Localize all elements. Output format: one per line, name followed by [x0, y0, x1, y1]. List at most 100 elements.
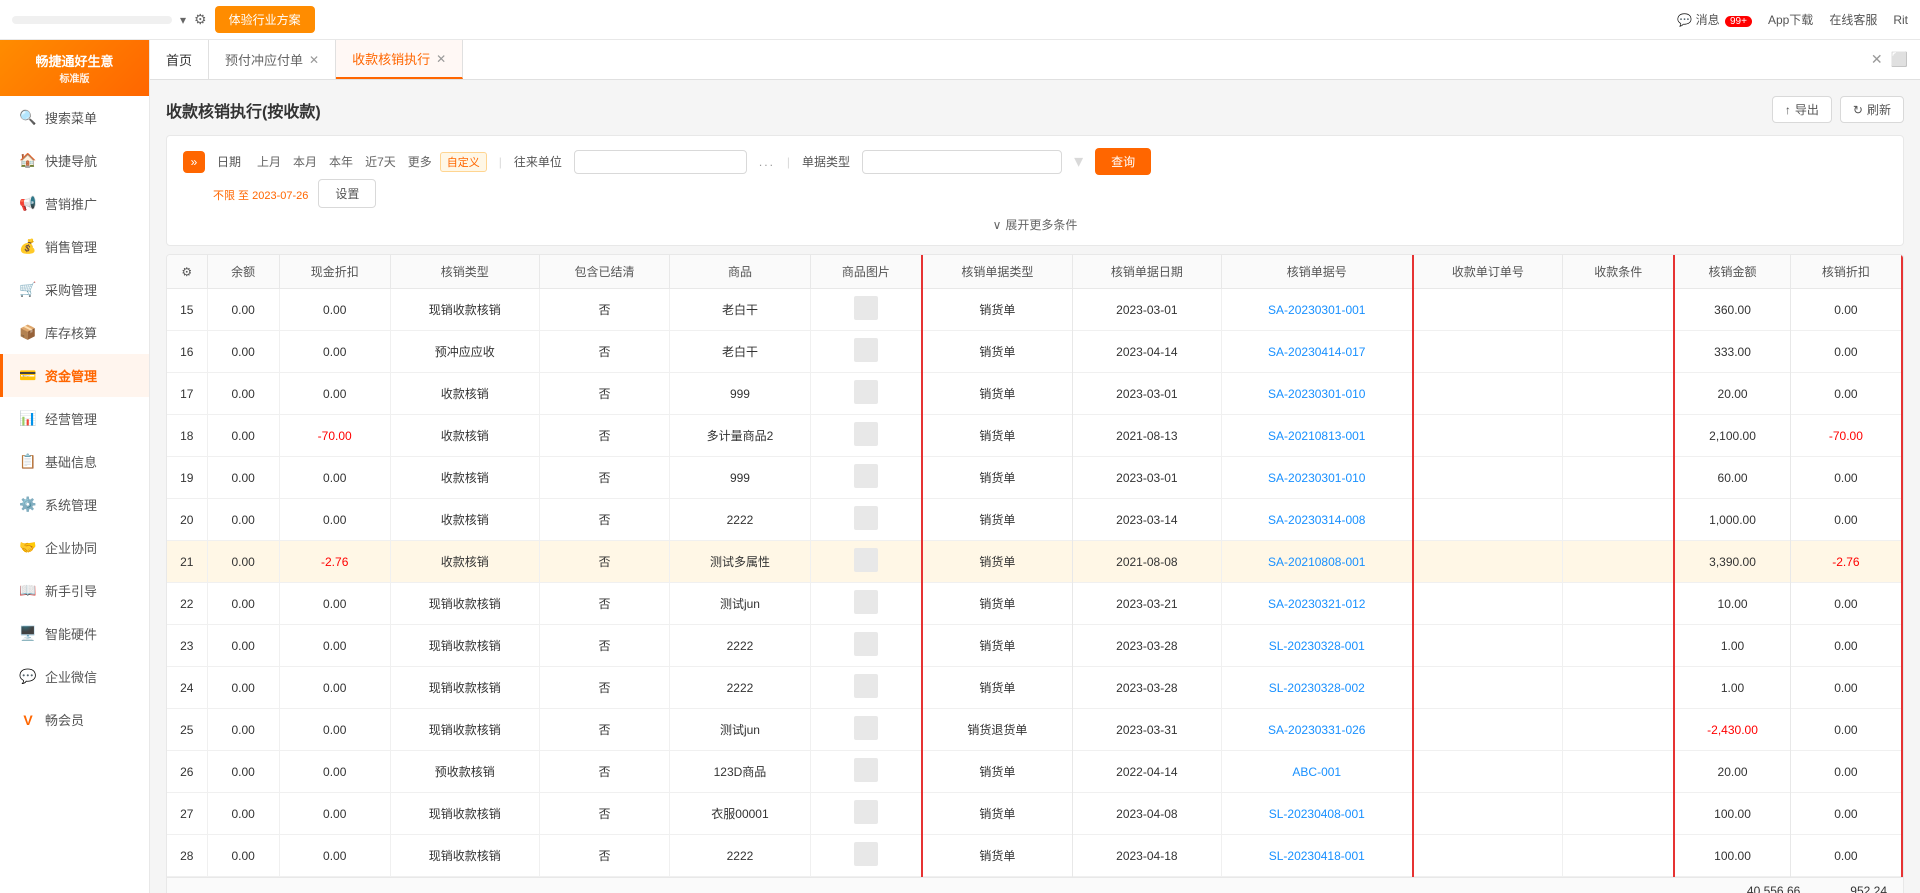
bill-no-link[interactable]: SA-20230301-010: [1268, 387, 1365, 401]
search-box[interactable]: [12, 16, 172, 24]
sidebar-item-wechat[interactable]: 💬 企业微信: [0, 655, 149, 698]
td-goods: 测试jun: [670, 583, 811, 625]
bill-type-input[interactable]: [862, 150, 1062, 174]
filter-expand-button[interactable]: »: [183, 151, 205, 173]
td-receipt-condition: [1563, 373, 1675, 415]
sidebar-item-smart-hw[interactable]: 🖥️ 智能硬件: [0, 612, 149, 655]
th-settings[interactable]: ⚙: [167, 255, 207, 289]
sidebar-item-basic[interactable]: 📋 基础信息: [0, 440, 149, 483]
bill-no-link[interactable]: SA-20230321-012: [1268, 597, 1365, 611]
date-custom[interactable]: 自定义: [440, 152, 487, 172]
td-balance: 0.00: [207, 835, 279, 877]
expand-more-btn[interactable]: ∨ 展开更多条件: [183, 216, 1887, 233]
td-balance: 0.00: [207, 541, 279, 583]
tab-prepay[interactable]: 预付冲应付单 ✕: [209, 40, 336, 79]
tab-home[interactable]: 首页: [150, 40, 209, 79]
date-range-row: 不限 至 2023-07-26 设置: [183, 179, 1887, 208]
sidebar-item-search[interactable]: 🔍 搜索菜单: [0, 96, 149, 139]
date-more[interactable]: 更多: [404, 151, 436, 172]
page-header: 收款核销执行(按收款) ↑ 导出 ↻ 刷新: [166, 96, 1904, 123]
td-receipt-order-no: [1413, 373, 1563, 415]
bill-no-link[interactable]: SA-20210808-001: [1268, 555, 1365, 569]
date-last-month[interactable]: 上月: [253, 151, 285, 172]
td-bill-date: 2023-04-18: [1072, 835, 1221, 877]
td-write-off-amount: 1,000.00: [1674, 499, 1790, 541]
settings-button[interactable]: 设置: [318, 179, 376, 208]
sidebar-item-system[interactable]: ⚙️ 系统管理: [0, 483, 149, 526]
bill-no-link[interactable]: SL-20230408-001: [1269, 807, 1365, 821]
user-name[interactable]: Rit: [1893, 13, 1908, 27]
goods-image-cell: [810, 415, 922, 457]
sidebar-item-finance[interactable]: 💳 资金管理: [0, 354, 149, 397]
export-button[interactable]: ↑ 导出: [1772, 96, 1832, 123]
notification-badge: 99+: [1725, 16, 1752, 27]
dropdown-icon[interactable]: ▾: [180, 13, 186, 27]
tab-bar: 首页 预付冲应付单 ✕ 收款核销执行 ✕ ✕ ⬜: [150, 40, 1920, 80]
sidebar-item-marketing[interactable]: 📢 营销推广: [0, 182, 149, 225]
date-this-year[interactable]: 本年: [325, 151, 357, 172]
partner-input[interactable]: [574, 150, 747, 174]
date-label: 日期: [217, 153, 241, 170]
td-receipt-condition: [1563, 709, 1675, 751]
sidebar-item-quick-nav[interactable]: 🏠 快捷导航: [0, 139, 149, 182]
table-row: 17 0.00 0.00 收款核销 否 999 销货单 2023-03-01 S…: [167, 373, 1902, 415]
bill-no-link[interactable]: SA-20210813-001: [1268, 429, 1365, 443]
td-bill-no: SA-20230321-012: [1222, 583, 1413, 625]
date-this-month[interactable]: 本月: [289, 151, 321, 172]
tab-receipt-write-off[interactable]: 收款核销执行 ✕: [336, 40, 463, 79]
td-receipt-condition: [1563, 625, 1675, 667]
td-balance: 0.00: [207, 709, 279, 751]
online-service-link[interactable]: 在线客服: [1829, 11, 1877, 28]
td-include-cleared: 否: [539, 793, 669, 835]
td-cash-discount: 0.00: [279, 835, 390, 877]
bill-no-link[interactable]: SA-20230314-008: [1268, 513, 1365, 527]
td-bill-no: SL-20230418-001: [1222, 835, 1413, 877]
query-button[interactable]: 查询: [1095, 148, 1151, 175]
sidebar-item-enterprise[interactable]: 🤝 企业协同: [0, 526, 149, 569]
td-write-off-type: 现销收款核销: [390, 289, 539, 331]
goods-image-cell: [810, 751, 922, 793]
guide-icon: 📖: [19, 582, 37, 599]
sidebar-item-guide[interactable]: 📖 新手引导: [0, 569, 149, 612]
bill-no-link[interactable]: SL-20230328-002: [1269, 681, 1365, 695]
bill-no-link[interactable]: SA-20230301-001: [1268, 303, 1365, 317]
sidebar-item-member[interactable]: V 畅会员: [0, 698, 149, 741]
tab-fullscreen-icon[interactable]: ⬜: [1891, 51, 1908, 68]
sidebar-item-sales[interactable]: 💰 销售管理: [0, 225, 149, 268]
table-scroll[interactable]: ⚙ 余额 现金折扣 核销类型 包含已结清 商品 商品图片 核销单据类型 核销单据…: [167, 255, 1903, 877]
bill-no-link[interactable]: ABC-001: [1292, 765, 1341, 779]
settings-icon[interactable]: ⚙: [194, 11, 207, 28]
refresh-button[interactable]: ↻ 刷新: [1840, 96, 1904, 123]
td-cash-discount: 0.00: [279, 331, 390, 373]
td-cash-discount: 0.00: [279, 499, 390, 541]
sidebar-item-purchase[interactable]: 🛒 采购管理: [0, 268, 149, 311]
td-write-off-amount: 1.00: [1674, 667, 1790, 709]
bill-no-link[interactable]: SA-20230301-010: [1268, 471, 1365, 485]
bill-no-link[interactable]: SL-20230418-001: [1269, 849, 1365, 863]
td-write-off-discount: 0.00: [1790, 625, 1902, 667]
sidebar-item-business[interactable]: 📊 经营管理: [0, 397, 149, 440]
bill-no-link[interactable]: SL-20230328-001: [1269, 639, 1365, 653]
td-write-off-type: 现销收款核销: [390, 583, 539, 625]
table-row: 26 0.00 0.00 预收款核销 否 123D商品 销货单 2022-04-…: [167, 751, 1902, 793]
filter-bar: » 日期 上月 本月 本年 近7天 更多 自定义 | 往来单位: [166, 135, 1904, 246]
sidebar-item-inventory[interactable]: 📦 库存核算: [0, 311, 149, 354]
th-bill-date: 核销单据日期: [1072, 255, 1221, 289]
td-bill-no: SA-20230414-017: [1222, 331, 1413, 373]
goods-image-cell: [810, 625, 922, 667]
purchase-icon: 🛒: [19, 281, 37, 298]
industry-btn[interactable]: 体验行业方案: [215, 6, 315, 33]
bill-no-link[interactable]: SA-20230331-026: [1268, 723, 1365, 737]
app-download-link[interactable]: App下载: [1768, 11, 1813, 28]
date-7days[interactable]: 近7天: [361, 151, 400, 172]
td-cash-discount: 0.00: [279, 457, 390, 499]
bill-no-link[interactable]: SA-20230414-017: [1268, 345, 1365, 359]
td-write-off-discount: -2.76: [1790, 541, 1902, 583]
tab-close-prepay[interactable]: ✕: [309, 53, 319, 67]
tab-maximize-icon[interactable]: ✕: [1871, 51, 1883, 68]
bill-type-dropdown-icon[interactable]: ▾: [1074, 151, 1083, 172]
td-include-cleared: 否: [539, 667, 669, 709]
td-receipt-condition: [1563, 499, 1675, 541]
messages-icon[interactable]: 💬 消息 99+: [1677, 11, 1752, 28]
tab-close-receipt[interactable]: ✕: [436, 52, 446, 66]
